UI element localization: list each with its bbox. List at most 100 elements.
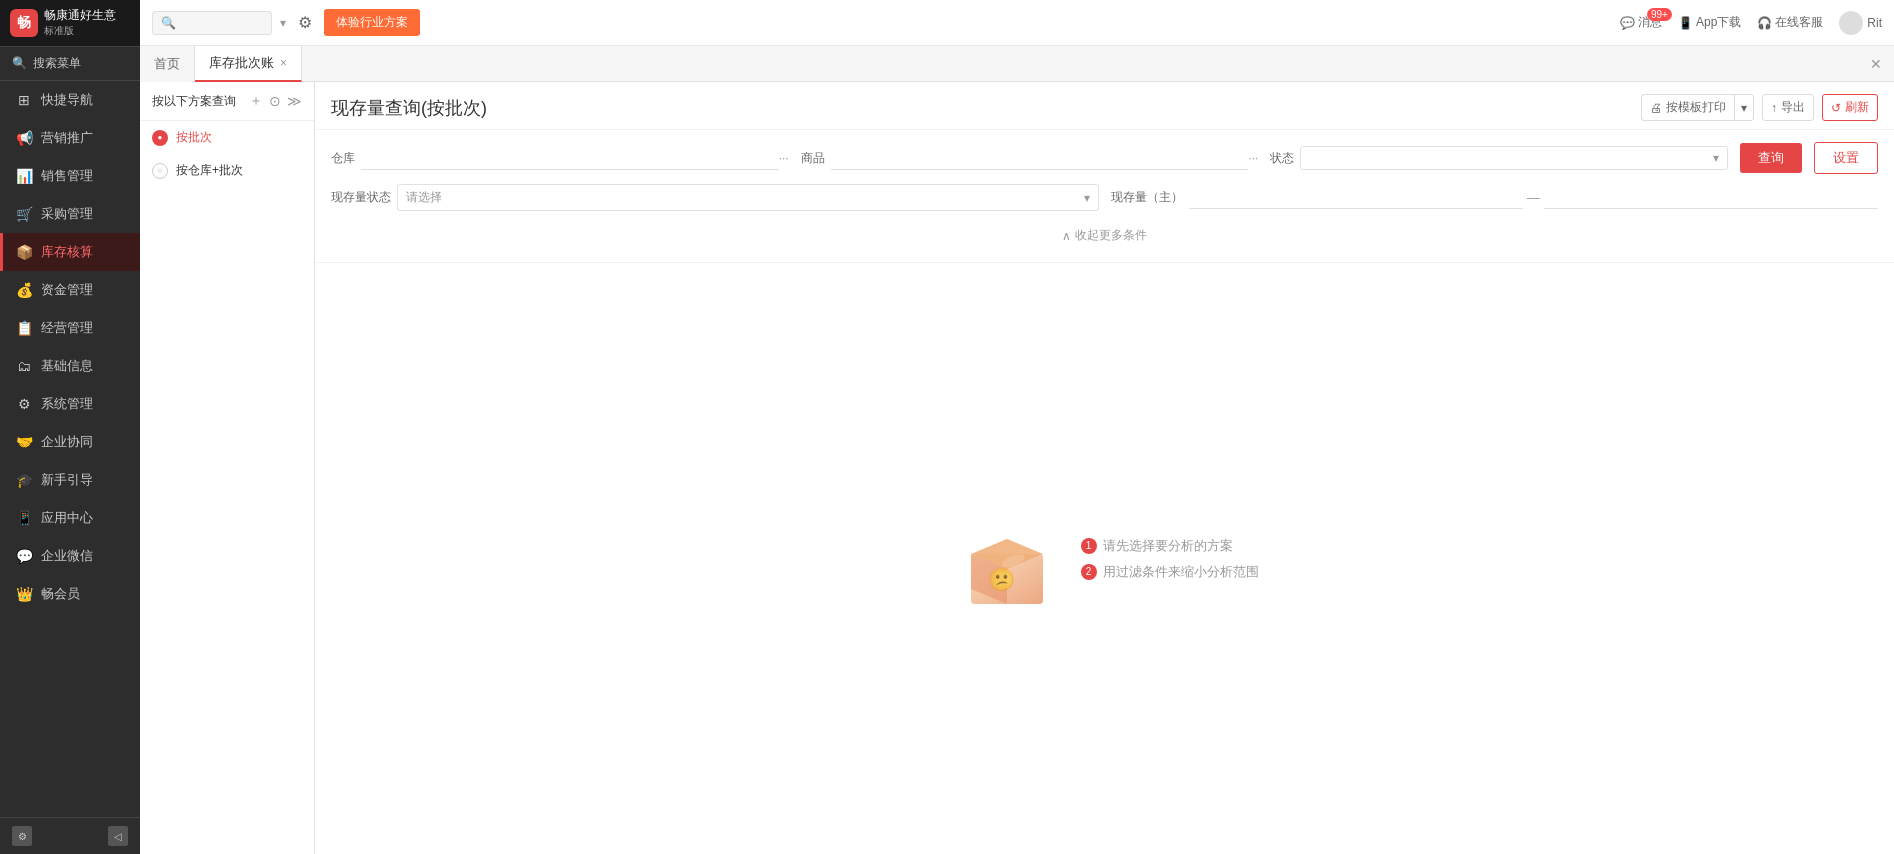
tabbar-close-button[interactable]: ✕: [1858, 56, 1894, 72]
product-more-icon[interactable]: ···: [1248, 151, 1258, 165]
sidebar-item-quick-nav[interactable]: ⊞快捷导航: [0, 81, 140, 119]
sidebar-settings-btn[interactable]: ⚙: [12, 826, 32, 846]
export-button[interactable]: ↑ 导出: [1762, 94, 1814, 121]
user-menu[interactable]: Rit: [1839, 11, 1882, 35]
try-industry-button[interactable]: 体验行业方案: [324, 9, 420, 36]
print-dropdown-button[interactable]: ▾: [1734, 94, 1754, 121]
search-icon: 🔍: [12, 56, 27, 70]
empty-state: 😕 1 请先选择要分析的方案: [315, 263, 1894, 854]
sidebar-item-purchase[interactable]: 🛒采购管理: [0, 195, 140, 233]
collapse-label: 收起更多条件: [1075, 227, 1147, 244]
tabbar: 首页 库存批次账 × ✕: [140, 46, 1894, 82]
empty-hint-1: 1 请先选择要分析的方案: [1081, 537, 1259, 555]
warehouse-label: 仓库: [331, 150, 355, 167]
sidebar-item-inventory[interactable]: 📦库存核算: [0, 233, 140, 271]
stock-qty-to-input[interactable]: [1544, 186, 1878, 209]
tab-inventory-batch[interactable]: 库存批次账 ×: [195, 46, 302, 82]
scheme-settings-icon[interactable]: ⊙: [269, 93, 281, 109]
app-download-button[interactable]: 📱 App下载: [1678, 14, 1741, 31]
sidebar-item-label-apps: 应用中心: [41, 509, 93, 527]
hint-1-text: 请先选择要分析的方案: [1103, 537, 1233, 555]
sidebar-item-finance[interactable]: 💰资金管理: [0, 271, 140, 309]
sidebar-item-label-system: 系统管理: [41, 395, 93, 413]
sidebar-item-label-purchase: 采购管理: [41, 205, 93, 223]
empty-hints: 1 请先选择要分析的方案 2 用过滤条件来缩小分析范围: [1081, 537, 1259, 581]
sidebar-item-label-finance: 资金管理: [41, 281, 93, 299]
hint-1-number: 1: [1081, 538, 1097, 554]
app-info: 畅康通好生意 标准版: [44, 8, 116, 38]
scheme-active-indicator: ●: [152, 130, 168, 146]
page-title: 现存量查询(按批次): [331, 96, 487, 120]
marketing-icon: 📢: [15, 129, 33, 147]
sidebar-item-sales[interactable]: 📊销售管理: [0, 157, 140, 195]
topbar-right: 💬 消息 99+ 📱 App下载 🎧 在线客服 Rit: [1620, 11, 1882, 35]
sidebar-item-apps[interactable]: 📱 应用中心: [0, 499, 140, 537]
status-chevron-icon: ▾: [1713, 151, 1719, 165]
sidebar-item-operations[interactable]: 📋经营管理: [0, 309, 140, 347]
collapse-more-conditions[interactable]: ∧ 收起更多条件: [331, 221, 1878, 250]
product-filter: 商品 ···: [801, 147, 1259, 170]
online-service-button[interactable]: 🎧 在线客服: [1757, 14, 1823, 31]
sidebar-item-enterprise[interactable]: 🤝企业协同: [0, 423, 140, 461]
left-panel: 按以下方案查询 ＋ ⊙ ≫ ● 按批次 ○ 按仓库+批次: [140, 82, 315, 854]
scheme-item-warehouse-batch[interactable]: ○ 按仓库+批次: [140, 154, 314, 187]
sidebar-item-basic[interactable]: 🗂基础信息: [0, 347, 140, 385]
status-select[interactable]: ▾: [1300, 146, 1728, 170]
query-button[interactable]: 查询: [1740, 143, 1802, 173]
sidebar-search[interactable]: 🔍 搜索菜单: [0, 47, 140, 81]
inventory-icon: 📦: [15, 243, 33, 261]
scheme-batch-label: 按批次: [176, 129, 212, 146]
stock-status-select[interactable]: 请选择 ▾: [397, 184, 1099, 211]
sidebar-item-label-wechat: 企业微信: [41, 547, 93, 565]
search-icon: 🔍: [161, 16, 176, 30]
tab-home[interactable]: 首页: [140, 46, 195, 82]
tab-close-icon[interactable]: ×: [280, 56, 287, 70]
warehouse-more-icon[interactable]: ···: [779, 151, 789, 165]
warehouse-filter: 仓库 ···: [331, 147, 789, 170]
empty-svg: 😕: [951, 509, 1061, 619]
topbar-settings-icon[interactable]: ⚙: [294, 9, 316, 36]
warehouse-input[interactable]: [361, 147, 779, 170]
add-scheme-icon[interactable]: ＋: [249, 92, 263, 110]
settings-button[interactable]: 设置: [1814, 142, 1878, 174]
empty-hint-2: 2 用过滤条件来缩小分析范围: [1081, 563, 1259, 581]
app-name: 畅康通好生意: [44, 8, 116, 24]
stock-qty-label: 现存量（主）: [1111, 189, 1183, 206]
sidebar-item-wechat[interactable]: 💬企业微信: [0, 537, 140, 575]
panel-collapse-icon[interactable]: ≫: [287, 93, 302, 109]
scheme-inactive-indicator: ○: [152, 163, 168, 179]
stock-qty-from-input[interactable]: [1189, 186, 1523, 209]
product-input[interactable]: [831, 147, 1249, 170]
sidebar-item-label-marketing: 营销推广: [41, 129, 93, 147]
message-button[interactable]: 💬 消息 99+: [1620, 14, 1662, 31]
topbar: 🔍 ▾ ⚙ 体验行业方案 💬 消息 99+ 📱 App下载 🎧 在线客服 Rit: [140, 0, 1894, 46]
refresh-button[interactable]: ↺ 刷新: [1822, 94, 1878, 121]
apps-icon: 📱: [15, 509, 33, 527]
status-label: 状态: [1270, 150, 1294, 167]
sidebar-item-system[interactable]: ⚙ 系统管理: [0, 385, 140, 423]
right-panel: 现存量查询(按批次) 🖨 按模板打印 ▾ ↑ 导出 ↺: [315, 82, 1894, 854]
stock-status-filter: 现存量状态 请选择 ▾: [331, 184, 1099, 211]
topbar-search-box[interactable]: 🔍: [152, 11, 272, 35]
sidebar-item-label-guide: 新手引导: [41, 471, 93, 489]
hint-2-text: 用过滤条件来缩小分析范围: [1103, 563, 1259, 581]
sidebar-item-guide[interactable]: 🎓新手引导: [0, 461, 140, 499]
sidebar-search-label: 搜索菜单: [33, 55, 81, 72]
sidebar-item-member[interactable]: 👑畅会员: [0, 575, 140, 613]
print-icon: 🖨: [1650, 101, 1662, 115]
headset-icon: 🎧: [1757, 16, 1772, 30]
sidebar-item-marketing[interactable]: 📢 营销推广: [0, 119, 140, 157]
export-icon: ↑: [1771, 101, 1777, 115]
empty-illustration: 😕: [951, 509, 1051, 609]
app-logo: 畅: [10, 9, 38, 37]
sidebar-item-label-enterprise: 企业协同: [41, 433, 93, 451]
sidebar-collapse-btn[interactable]: ◁: [108, 826, 128, 846]
sidebar-item-label-operations: 经营管理: [41, 319, 93, 337]
basic-icon: 🗂: [15, 357, 33, 375]
print-button[interactable]: 🖨 按模板打印: [1641, 94, 1734, 121]
page-actions: 🖨 按模板打印 ▾ ↑ 导出 ↺ 刷新: [1641, 94, 1878, 121]
system-icon: ⚙: [15, 395, 33, 413]
left-panel-title: 按以下方案查询: [152, 93, 236, 110]
topbar-search-chevron[interactable]: ▾: [280, 16, 286, 30]
scheme-item-batch[interactable]: ● 按批次: [140, 121, 314, 154]
